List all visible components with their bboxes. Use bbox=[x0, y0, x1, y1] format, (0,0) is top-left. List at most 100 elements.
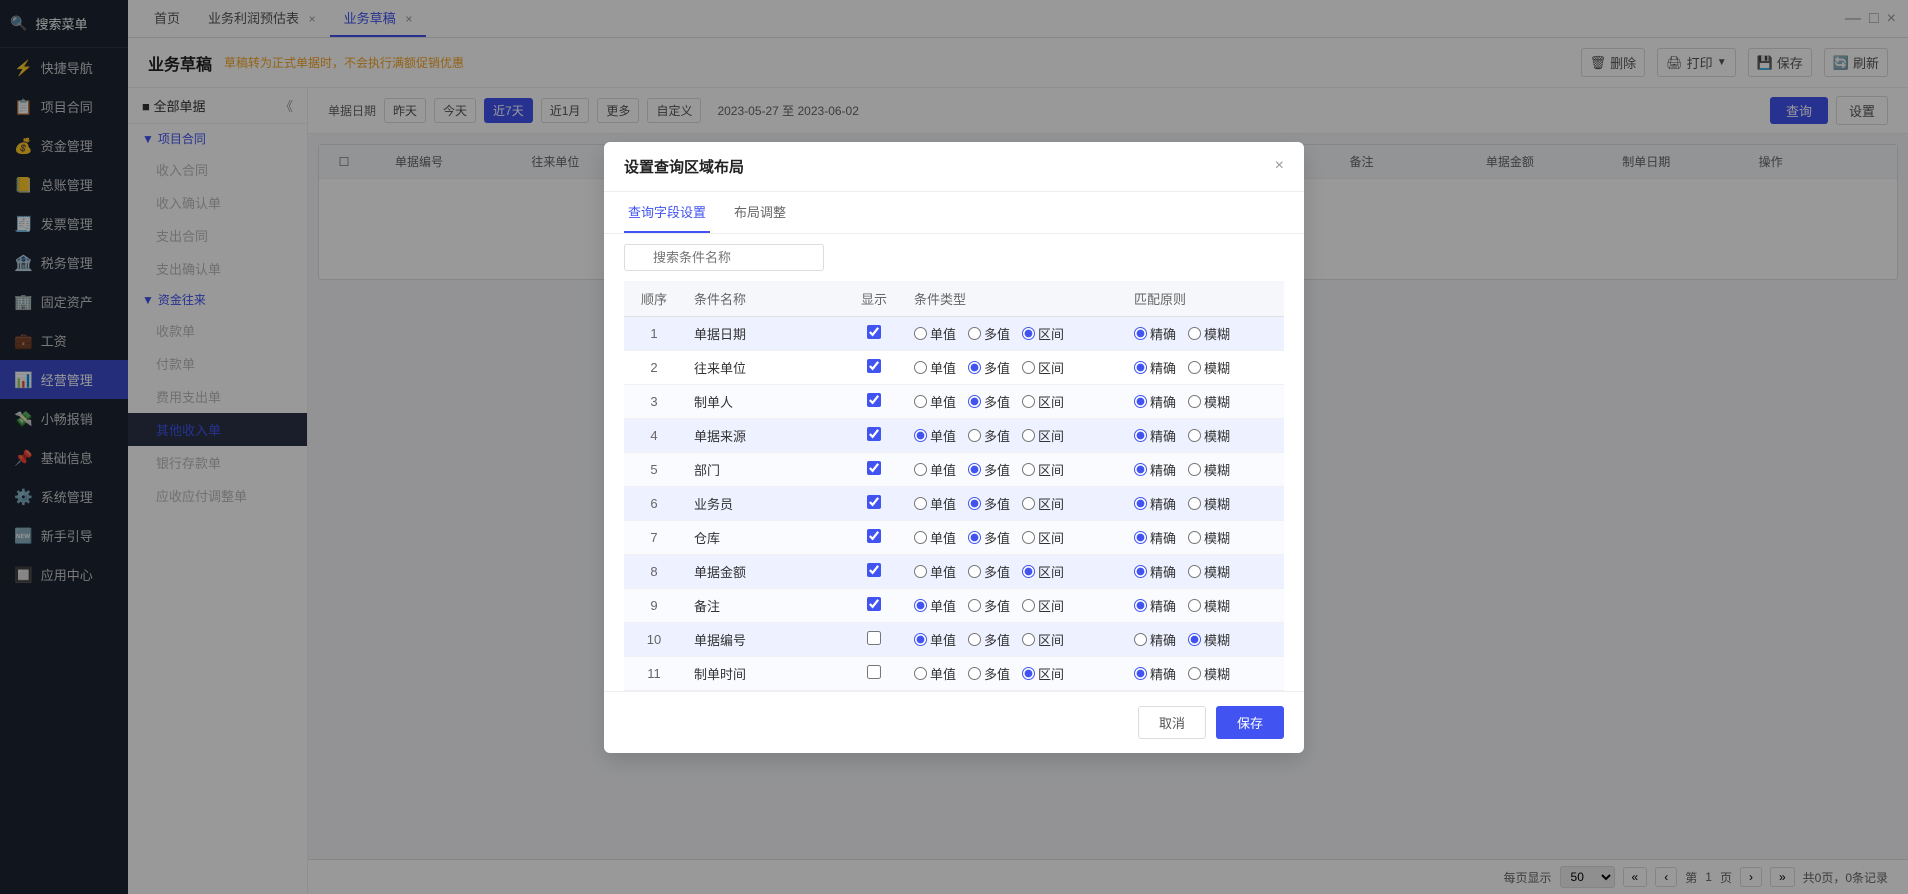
row-condition-type: 单值多值区间 bbox=[904, 452, 1124, 486]
modal-tab-layout-adjust[interactable]: 布局调整 bbox=[730, 192, 790, 233]
row-order: 2 bbox=[624, 350, 684, 384]
match-radio[interactable] bbox=[1134, 565, 1147, 578]
condition-type-radio[interactable] bbox=[1022, 633, 1035, 646]
modal-close-btn[interactable]: × bbox=[1275, 157, 1284, 175]
show-checkbox[interactable] bbox=[867, 393, 881, 407]
condition-type-radio[interactable] bbox=[968, 429, 981, 442]
row-condition-name: 单据金额 bbox=[684, 554, 844, 588]
row-match-principle: 精确模糊 bbox=[1124, 350, 1284, 384]
row-order: 8 bbox=[624, 554, 684, 588]
match-radio[interactable] bbox=[1134, 531, 1147, 544]
show-checkbox[interactable] bbox=[867, 325, 881, 339]
match-radio[interactable] bbox=[1134, 497, 1147, 510]
condition-type-radio[interactable] bbox=[968, 327, 981, 340]
row-match-principle: 精确模糊 bbox=[1124, 554, 1284, 588]
modal-tab-field-settings[interactable]: 查询字段设置 bbox=[624, 192, 710, 233]
match-radio[interactable] bbox=[1188, 327, 1201, 340]
row-match-principle: 精确模糊 bbox=[1124, 622, 1284, 656]
condition-type-radio[interactable] bbox=[914, 633, 927, 646]
row-show-cell bbox=[844, 384, 904, 418]
row-order: 9 bbox=[624, 588, 684, 622]
row-show-cell bbox=[844, 316, 904, 350]
condition-type-radio[interactable] bbox=[1022, 599, 1035, 612]
condition-type-radio[interactable] bbox=[1022, 395, 1035, 408]
condition-type-radio[interactable] bbox=[914, 599, 927, 612]
match-radio[interactable] bbox=[1188, 633, 1201, 646]
row-order: 4 bbox=[624, 418, 684, 452]
condition-type-radio[interactable] bbox=[968, 667, 981, 680]
condition-type-radio[interactable] bbox=[914, 497, 927, 510]
match-radio[interactable] bbox=[1134, 395, 1147, 408]
condition-type-radio[interactable] bbox=[914, 327, 927, 340]
condition-type-radio[interactable] bbox=[1022, 531, 1035, 544]
condition-type-radio[interactable] bbox=[968, 395, 981, 408]
show-checkbox[interactable] bbox=[867, 427, 881, 441]
match-radio[interactable] bbox=[1188, 361, 1201, 374]
match-radio[interactable] bbox=[1134, 667, 1147, 680]
modal-footer: 取消 保存 bbox=[604, 691, 1304, 753]
condition-type-radio[interactable] bbox=[968, 361, 981, 374]
condition-type-radio[interactable] bbox=[1022, 667, 1035, 680]
condition-type-radio[interactable] bbox=[914, 565, 927, 578]
match-radio[interactable] bbox=[1188, 667, 1201, 680]
save-button[interactable]: 保存 bbox=[1216, 706, 1284, 739]
match-radio[interactable] bbox=[1188, 497, 1201, 510]
condition-type-radio[interactable] bbox=[914, 395, 927, 408]
show-checkbox[interactable] bbox=[867, 359, 881, 373]
show-checkbox[interactable] bbox=[867, 597, 881, 611]
condition-type-radio[interactable] bbox=[968, 633, 981, 646]
condition-type-radio[interactable] bbox=[1022, 463, 1035, 476]
match-radio[interactable] bbox=[1134, 429, 1147, 442]
condition-type-radio[interactable] bbox=[968, 565, 981, 578]
match-radio[interactable] bbox=[1134, 361, 1147, 374]
row-condition-name: 单据编号 bbox=[684, 622, 844, 656]
match-radio[interactable] bbox=[1188, 599, 1201, 612]
show-checkbox[interactable] bbox=[867, 529, 881, 543]
condition-type-radio[interactable] bbox=[1022, 361, 1035, 374]
modal-header: 设置查询区域布局 × bbox=[604, 142, 1304, 192]
condition-type-radio[interactable] bbox=[968, 531, 981, 544]
show-checkbox[interactable] bbox=[867, 495, 881, 509]
match-radio[interactable] bbox=[1188, 429, 1201, 442]
row-condition-name: 单据来源 bbox=[684, 418, 844, 452]
modal-search-area: 🔍 bbox=[604, 234, 1304, 281]
condition-type-radio[interactable] bbox=[1022, 497, 1035, 510]
condition-type-radio[interactable] bbox=[1022, 429, 1035, 442]
show-checkbox[interactable] bbox=[867, 631, 881, 645]
show-checkbox[interactable] bbox=[867, 665, 881, 679]
cancel-button[interactable]: 取消 bbox=[1138, 706, 1206, 739]
condition-type-radio[interactable] bbox=[968, 463, 981, 476]
row-condition-name: 备注 bbox=[684, 588, 844, 622]
condition-type-radio[interactable] bbox=[968, 599, 981, 612]
table-row: 2往来单位单值多值区间精确模糊 bbox=[624, 350, 1284, 384]
show-checkbox[interactable] bbox=[867, 563, 881, 577]
match-radio[interactable] bbox=[1134, 463, 1147, 476]
match-radio[interactable] bbox=[1134, 327, 1147, 340]
table-row: 1单据日期单值多值区间精确模糊 bbox=[624, 316, 1284, 350]
match-radio[interactable] bbox=[1134, 633, 1147, 646]
modal-tabs: 查询字段设置 布局调整 bbox=[604, 192, 1304, 234]
row-condition-type: 单值多值区间 bbox=[904, 656, 1124, 690]
show-checkbox[interactable] bbox=[867, 461, 881, 475]
match-radio[interactable] bbox=[1188, 463, 1201, 476]
table-row: 8单据金额单值多值区间精确模糊 bbox=[624, 554, 1284, 588]
condition-type-radio[interactable] bbox=[914, 667, 927, 680]
match-radio[interactable] bbox=[1188, 565, 1201, 578]
condition-type-radio[interactable] bbox=[1022, 327, 1035, 340]
table-row: 5部门单值多值区间精确模糊 bbox=[624, 452, 1284, 486]
condition-type-radio[interactable] bbox=[914, 531, 927, 544]
match-radio[interactable] bbox=[1134, 599, 1147, 612]
row-show-cell bbox=[844, 520, 904, 554]
condition-type-radio[interactable] bbox=[914, 463, 927, 476]
condition-type-radio[interactable] bbox=[1022, 565, 1035, 578]
match-radio[interactable] bbox=[1188, 531, 1201, 544]
row-condition-type: 单值多值区间 bbox=[904, 622, 1124, 656]
row-show-cell bbox=[844, 452, 904, 486]
condition-type-radio[interactable] bbox=[914, 361, 927, 374]
modal-search-input[interactable] bbox=[624, 244, 824, 271]
match-radio[interactable] bbox=[1188, 395, 1201, 408]
condition-type-radio[interactable] bbox=[968, 497, 981, 510]
row-order: 7 bbox=[624, 520, 684, 554]
row-condition-name: 制单时间 bbox=[684, 656, 844, 690]
condition-type-radio[interactable] bbox=[914, 429, 927, 442]
